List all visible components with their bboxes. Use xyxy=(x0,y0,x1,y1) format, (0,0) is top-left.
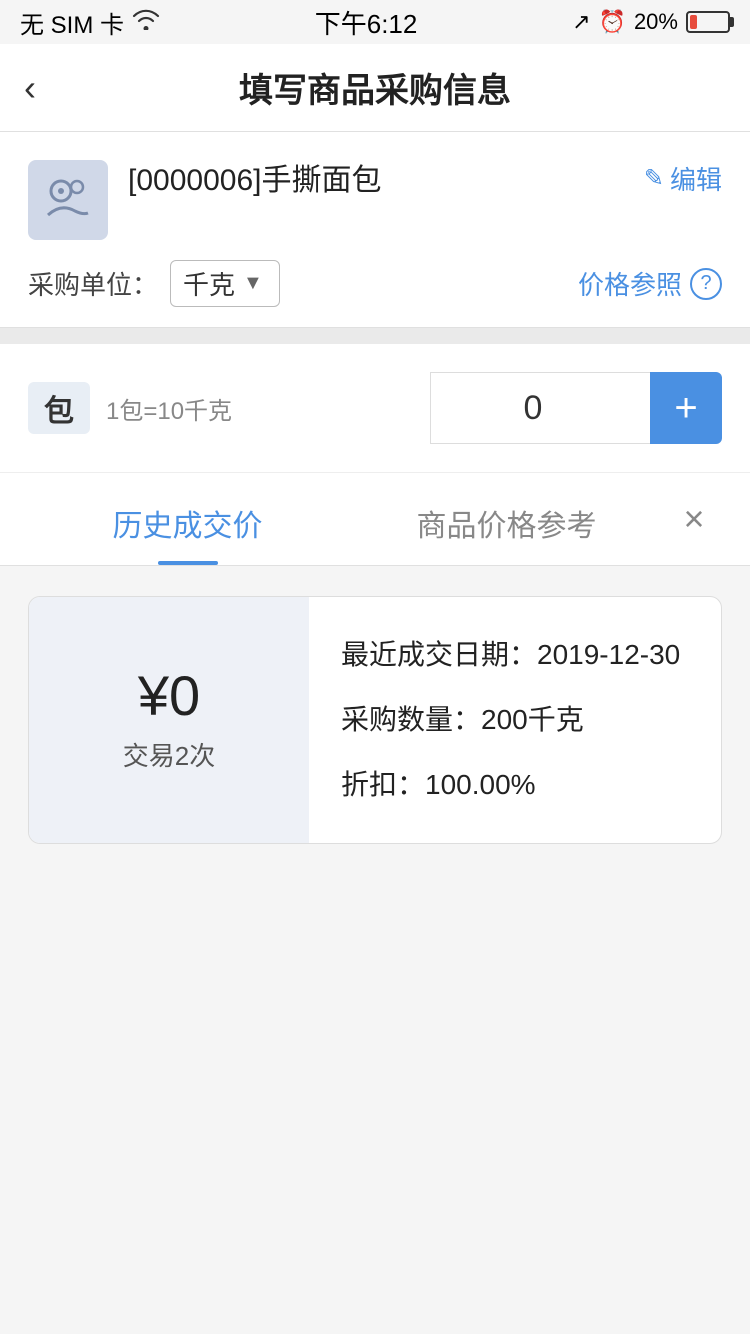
status-time: 下午6:12 xyxy=(315,4,418,41)
price-ref-button[interactable]: 价格参照 ? xyxy=(578,265,722,302)
tab-history-price[interactable]: 历史成交价 xyxy=(28,473,347,565)
unit-value: 千克 xyxy=(183,265,235,302)
battery-percent: 20% xyxy=(634,9,678,35)
product-unit-row: 采购单位： 千克 ▼ 价格参照 ? xyxy=(28,260,722,307)
history-quantity-row: 采购数量：200千克 xyxy=(341,698,689,743)
edit-button[interactable]: ✎ 编辑 xyxy=(644,160,722,197)
status-right: ↗ ⏰ 20% xyxy=(572,9,730,35)
tab-close-button[interactable]: × xyxy=(666,491,722,547)
qty-input-field[interactable] xyxy=(430,372,650,444)
product-card: [0000006]手撕面包 ✎ 编辑 采购单位： 千克 ▼ 价格参照 ? xyxy=(0,132,750,328)
page-title: 填写商品采购信息 xyxy=(239,63,511,112)
history-price-section: ¥0 交易2次 xyxy=(29,597,309,843)
history-qty-value: 200千克 xyxy=(481,704,584,735)
tab-history-label: 历史成交价 xyxy=(113,510,263,543)
wifi-icon xyxy=(132,8,160,37)
nav-bar: ‹ 填写商品采购信息 xyxy=(0,44,750,132)
product-header: [0000006]手撕面包 ✎ 编辑 xyxy=(28,160,722,240)
tab-product-label: 商品价格参考 xyxy=(417,510,597,543)
product-left: [0000006]手撕面包 xyxy=(28,160,381,240)
history-card: ¥0 交易2次 最近成交日期：2019-12-30 采购数量：200千克 折扣：… xyxy=(28,596,722,844)
history-content: ¥0 交易2次 最近成交日期：2019-12-30 采购数量：200千克 折扣：… xyxy=(0,566,750,1066)
qty-unit-name: 包 xyxy=(28,382,90,434)
history-discount-row: 折扣：100.00% xyxy=(341,763,689,808)
battery-icon xyxy=(686,11,730,33)
price-currency: ¥ xyxy=(138,664,169,727)
quantity-row: 包 1包=10千克 + xyxy=(0,344,750,473)
history-trade-count: 交易2次 xyxy=(123,736,215,773)
qty-plus-button[interactable]: + xyxy=(650,372,722,444)
history-date-value: 2019-12-30 xyxy=(537,639,680,670)
qty-input-group: + xyxy=(430,372,722,444)
history-discount-label: 折扣： xyxy=(341,769,425,800)
history-date-row: 最近成交日期：2019-12-30 xyxy=(341,633,689,678)
unit-left: 采购单位： 千克 ▼ xyxy=(28,260,280,307)
edit-icon: ✎ xyxy=(644,164,664,193)
product-thumbnail xyxy=(28,160,108,240)
status-bar: 无 SIM 卡 下午6:12 ↗ ⏰ 20% xyxy=(0,0,750,44)
tabs-container: 历史成交价 商品价格参考 × xyxy=(0,473,750,566)
alarm-icon: ⏰ xyxy=(599,9,626,35)
history-discount-value: 100.00% xyxy=(425,769,536,800)
section-divider xyxy=(0,328,750,344)
price-ref-icon: ? xyxy=(690,268,722,300)
carrier-text: 无 SIM 卡 xyxy=(20,5,124,40)
qty-label: 包 1包=10千克 xyxy=(28,382,232,434)
tab-product-price-ref[interactable]: 商品价格参考 xyxy=(347,473,666,565)
history-detail-section: 最近成交日期：2019-12-30 采购数量：200千克 折扣：100.00% xyxy=(309,597,721,843)
price-ref-label: 价格参照 xyxy=(578,265,682,302)
back-button[interactable]: ‹ xyxy=(24,67,36,109)
history-date-label: 最近成交日期： xyxy=(341,639,537,670)
location-icon: ↗ xyxy=(572,9,590,35)
unit-select-dropdown[interactable]: 千克 ▼ xyxy=(170,260,280,307)
history-qty-label: 采购数量： xyxy=(341,704,481,735)
edit-label: 编辑 xyxy=(670,160,722,197)
dropdown-arrow-icon: ▼ xyxy=(243,272,263,295)
qty-conversion: 1包=10千克 xyxy=(106,391,232,426)
unit-label: 采购单位： xyxy=(28,265,158,302)
history-price-value: ¥0 xyxy=(138,668,200,724)
price-number: 0 xyxy=(169,664,200,727)
status-left: 无 SIM 卡 xyxy=(20,5,160,40)
product-name: [0000006]手撕面包 xyxy=(128,160,381,202)
